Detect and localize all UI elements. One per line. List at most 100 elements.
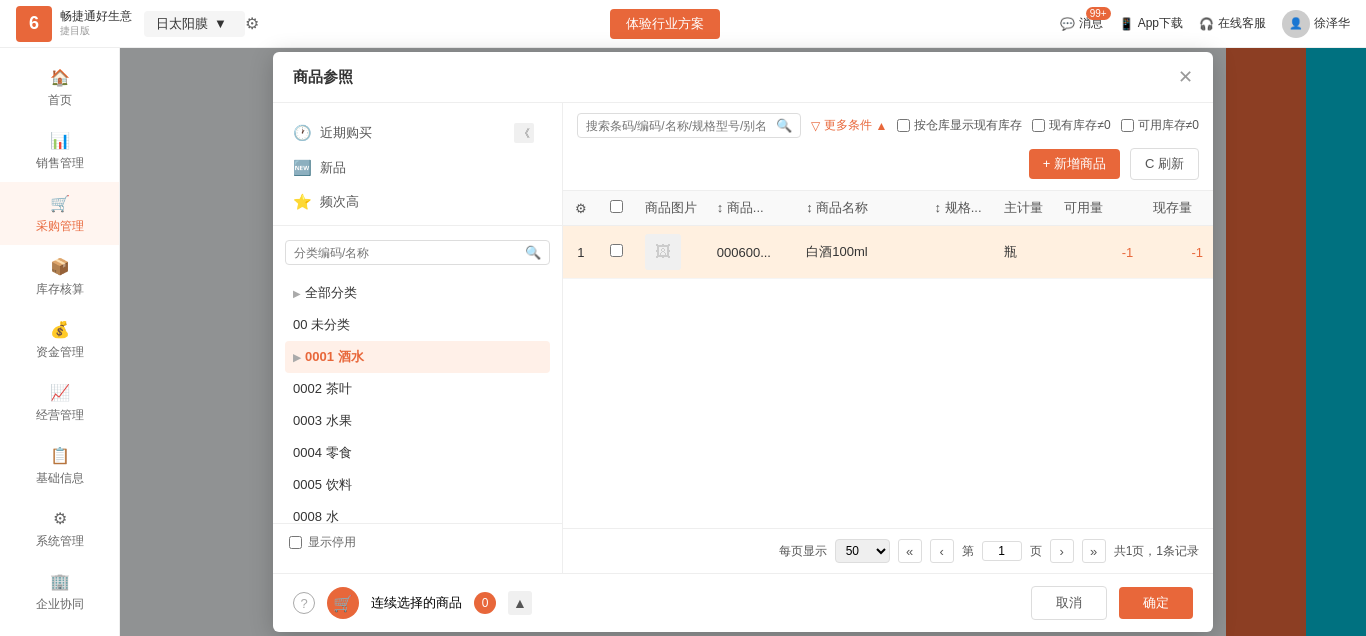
online-service-item[interactable]: 🎧 在线客服 bbox=[1199, 15, 1266, 32]
sidebar-label-home: 首页 bbox=[48, 92, 72, 109]
sidebar-item-finance[interactable]: 💰 资金管理 bbox=[0, 308, 119, 371]
next-page-button[interactable]: › bbox=[1050, 539, 1074, 563]
product-image: 🖼 bbox=[645, 234, 681, 270]
show-disabled-checkbox[interactable] bbox=[289, 536, 302, 549]
cancel-button[interactable]: 取消 bbox=[1031, 586, 1107, 620]
inventory-icon: 📦 bbox=[49, 255, 71, 277]
warehouse-checkbox[interactable] bbox=[897, 119, 910, 132]
operation-icon: 📈 bbox=[49, 381, 71, 403]
last-page-button[interactable]: » bbox=[1082, 539, 1106, 563]
sidebar: 🏠 首页 📊 销售管理 🛒 采购管理 📦 库存核算 💰 资金管理 📈 经营管理 … bbox=[0, 48, 120, 636]
product-table: ⚙ 商品图片 ↕ 商品... bbox=[563, 191, 1213, 279]
search-icon: 🔍 bbox=[776, 118, 792, 133]
sidebar-item-operation[interactable]: 📈 经营管理 bbox=[0, 371, 119, 434]
user-item[interactable]: 👤 徐泽华 bbox=[1282, 10, 1350, 38]
prev-page-button[interactable]: ‹ bbox=[930, 539, 954, 563]
table-header-row: ⚙ 商品图片 ↕ 商品... bbox=[563, 191, 1213, 226]
category-search-input[interactable] bbox=[294, 246, 519, 260]
confirm-button[interactable]: 确定 bbox=[1119, 587, 1193, 619]
nav-recent-purchase[interactable]: 🕐 近期购买 《 bbox=[273, 115, 562, 151]
collapse-btn[interactable]: 《 bbox=[514, 123, 534, 143]
sidebar-label-inventory: 库存核算 bbox=[36, 281, 84, 298]
search-bar: 🔍 bbox=[577, 113, 801, 138]
avail-checkbox[interactable] bbox=[1121, 119, 1134, 132]
cat-0008[interactable]: 0008 水 bbox=[285, 501, 550, 523]
sidebar-item-purchase[interactable]: 🛒 采购管理 bbox=[0, 182, 119, 245]
store-selector[interactable]: 日太阳膜 ▼ bbox=[144, 11, 245, 37]
cat-all[interactable]: ▶ 全部分类 bbox=[285, 277, 550, 309]
refresh-button[interactable]: C 刷新 bbox=[1130, 148, 1199, 180]
cat-00[interactable]: 00 未分类 bbox=[285, 309, 550, 341]
cat-0005[interactable]: 0005 饮料 bbox=[285, 469, 550, 501]
modal-right-panel: 🔍 ▽ 更多条件 ▲ 按仓库显示现有库存 bbox=[563, 103, 1213, 573]
sidebar-item-inventory[interactable]: 📦 库存核算 bbox=[0, 245, 119, 308]
modal-overlay: 商品参照 ✕ 🕐 近期购买 《 🆕 新品 bbox=[120, 48, 1366, 636]
cart-icon: 🛒 bbox=[327, 587, 359, 619]
td-check bbox=[599, 226, 635, 279]
modal-left-panel: 🕐 近期购买 《 🆕 新品 ⭐ 频次高 bbox=[273, 103, 563, 573]
category-tree: ▶ 全部分类 00 未分类 ▶ 0001 酒水 0002 茶 bbox=[273, 273, 562, 523]
online-service-label: 在线客服 bbox=[1218, 15, 1266, 32]
cat-0003-label: 0003 水果 bbox=[293, 412, 352, 430]
sales-icon: 📊 bbox=[49, 129, 71, 151]
category-search-icon: 🔍 bbox=[525, 245, 541, 260]
filter-label: 更多条件 bbox=[824, 117, 872, 134]
modal-close-button[interactable]: ✕ bbox=[1178, 66, 1193, 88]
sidebar-item-basic[interactable]: 📋 基础信息 bbox=[0, 434, 119, 497]
filter-arrow-icon: ▲ bbox=[876, 119, 888, 133]
stock-checkbox[interactable] bbox=[1032, 119, 1045, 132]
sidebar-item-system[interactable]: ⚙ 系统管理 bbox=[0, 497, 119, 560]
content-area: 商品参照 ✕ 🕐 近期购买 《 🆕 新品 bbox=[120, 48, 1366, 636]
sidebar-item-guide[interactable]: 🌟 新手引导 bbox=[0, 623, 119, 636]
sidebar-label-finance: 资金管理 bbox=[36, 344, 84, 361]
logo: 6 畅捷通好生意 捷目版 bbox=[16, 6, 136, 42]
modal-dialog: 商品参照 ✕ 🕐 近期购买 《 🆕 新品 bbox=[273, 52, 1213, 632]
stock-checkbox-label[interactable]: 现有库存≠0 bbox=[1032, 117, 1110, 134]
avail-checkbox-label[interactable]: 可用库存≠0 bbox=[1121, 117, 1199, 134]
filter-button[interactable]: ▽ 更多条件 ▲ bbox=[811, 117, 888, 134]
up-button[interactable]: ▲ bbox=[508, 591, 532, 615]
table-row[interactable]: 1 🖼 000600... 白酒100ml bbox=[563, 226, 1213, 279]
nav-frequent[interactable]: ⭐ 频次高 bbox=[273, 185, 562, 219]
settings-icon: ⚙ bbox=[575, 201, 587, 216]
nav-new-products[interactable]: 🆕 新品 bbox=[273, 151, 562, 185]
experience-button[interactable]: 体验行业方案 bbox=[610, 9, 720, 39]
help-button[interactable]: ? bbox=[293, 592, 315, 614]
page-input[interactable] bbox=[982, 541, 1022, 561]
avatar: 👤 bbox=[1282, 10, 1310, 38]
cat-0001[interactable]: ▶ 0001 酒水 bbox=[285, 341, 550, 373]
sidebar-item-sales[interactable]: 📊 销售管理 bbox=[0, 119, 119, 182]
show-disabled-wrap: 显示停用 bbox=[273, 523, 562, 561]
pagination: 每页显示 50 100 200 « ‹ 第 页 › bbox=[563, 528, 1213, 573]
cat-0001-label: 0001 酒水 bbox=[305, 348, 364, 366]
arrow-icon: ▶ bbox=[293, 288, 301, 299]
frequent-icon: ⭐ bbox=[293, 193, 312, 211]
cat-0008-label: 0008 水 bbox=[293, 508, 339, 523]
per-page-select[interactable]: 50 100 200 bbox=[835, 539, 890, 563]
first-page-button[interactable]: « bbox=[898, 539, 922, 563]
navbar-center: 体验行业方案 bbox=[271, 9, 1060, 39]
sidebar-item-collab[interactable]: 🏢 企业协同 bbox=[0, 560, 119, 623]
avail-label: 可用库存≠0 bbox=[1138, 117, 1199, 134]
gear-button[interactable]: ⚙ bbox=[245, 14, 259, 33]
sidebar-label-sales: 销售管理 bbox=[36, 155, 84, 172]
cat-0003[interactable]: 0003 水果 bbox=[285, 405, 550, 437]
cat-0004[interactable]: 0004 零食 bbox=[285, 437, 550, 469]
td-spec bbox=[925, 226, 995, 279]
cat-0002[interactable]: 0002 茶叶 bbox=[285, 373, 550, 405]
row-checkbox[interactable] bbox=[610, 244, 623, 257]
modal-footer: ? 🛒 连续选择的商品 0 ▲ 取消 确定 bbox=[273, 573, 1213, 632]
warehouse-checkbox-label[interactable]: 按仓库显示现有库存 bbox=[897, 117, 1022, 134]
search-input[interactable] bbox=[586, 119, 770, 133]
td-available: -1 bbox=[1054, 226, 1143, 279]
add-product-button[interactable]: + 新增商品 bbox=[1029, 149, 1120, 179]
td-code: 000600... bbox=[707, 226, 796, 279]
sidebar-item-home[interactable]: 🏠 首页 bbox=[0, 56, 119, 119]
phone-icon: 📱 bbox=[1119, 17, 1134, 31]
app-download-item[interactable]: 📱 App下载 bbox=[1119, 15, 1183, 32]
store-name: 日太阳膜 bbox=[156, 15, 208, 33]
home-icon: 🏠 bbox=[49, 66, 71, 88]
messages-item[interactable]: 💬 消息 99+ bbox=[1060, 15, 1103, 32]
select-all-checkbox[interactable] bbox=[610, 200, 623, 213]
finance-icon: 💰 bbox=[49, 318, 71, 340]
